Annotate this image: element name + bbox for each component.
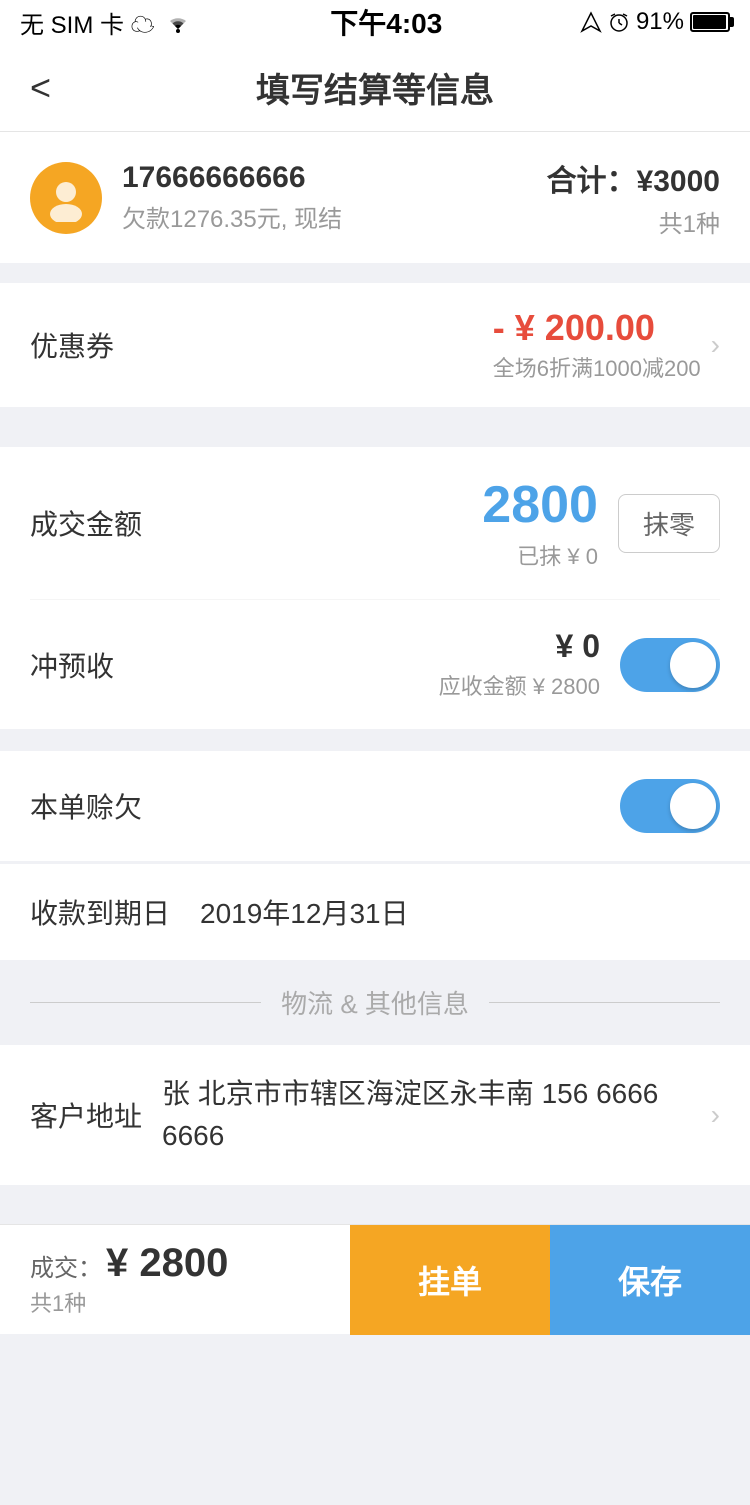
customer-left: 17666666666 欠款1276.35元, 现结 (30, 161, 342, 234)
section-divider-1 (0, 427, 750, 447)
debt-toggle-circle (670, 783, 716, 829)
bottom-amount: ¥ 2800 (106, 1241, 228, 1286)
round-button[interactable]: 抹零 (618, 494, 720, 553)
duedate-label: 收款到期日 (30, 892, 170, 932)
amount-label: 成交金额 (30, 503, 142, 543)
coupon-discount: - ¥ 200.00 (493, 307, 701, 349)
customer-phone: 17666666666 (122, 161, 342, 195)
customer-right: 合计：¥3000 共1种 (547, 156, 720, 239)
precharge-label: 冲预收 (30, 645, 114, 685)
avatar (30, 162, 102, 234)
coupon-right: - ¥ 200.00 全场6折满1000减200 › (493, 307, 720, 383)
page-title: 填写结算等信息 (256, 63, 494, 112)
precharge-value-wrap: ¥ 0 应收金额 ¥ 2800 (439, 628, 600, 701)
precharge-toggle[interactable] (620, 638, 720, 692)
customer-info: 17666666666 欠款1276.35元, 现结 (122, 161, 342, 234)
status-left: 无 SIM 卡 ☁ (20, 5, 193, 40)
bottom-info: 成交： ¥ 2800 共1种 (0, 1241, 350, 1318)
sim-label: 无 SIM 卡 ☁ (20, 5, 155, 40)
amount-value: 2800 (482, 475, 598, 535)
status-bar: 无 SIM 卡 ☁ 下午4:03 91% (0, 0, 750, 44)
duedate-section: 收款到期日 2019年12月31日 (0, 864, 750, 960)
logistics-label: 物流 & 其他信息 (281, 984, 469, 1021)
save-button[interactable]: 保存 (550, 1225, 750, 1335)
customer-debt: 欠款1276.35元, 现结 (122, 199, 342, 234)
logistics-divider: 物流 & 其他信息 (0, 960, 750, 1045)
battery-icon (690, 12, 730, 32)
wifi-icon (163, 11, 193, 33)
battery-percent: 91% (636, 8, 684, 36)
address-section[interactable]: 客户地址 张 北京市市辖区海淀区永丰南 156 6666 6666 › (0, 1045, 750, 1185)
coupon-label: 优惠券 (30, 325, 114, 365)
customer-section: 17666666666 欠款1276.35元, 现结 合计：¥3000 共1种 (0, 132, 750, 263)
precharge-row: 冲预收 ¥ 0 应收金额 ¥ 2800 (30, 600, 720, 729)
hang-button[interactable]: 挂单 (350, 1225, 550, 1335)
address-value: 张 北京市市辖区海淀区永丰南 156 6666 6666 (162, 1073, 691, 1157)
toggle-circle (670, 642, 716, 688)
total-count: 共1种 (547, 204, 720, 239)
location-icon (580, 11, 602, 33)
bottom-deal-label: 成交： (30, 1248, 102, 1283)
precharge-right: ¥ 0 应收金额 ¥ 2800 (439, 628, 720, 701)
debt-section: 本单赊欠 (0, 751, 750, 861)
duedate-value: 2019年12月31日 (200, 892, 409, 932)
amount-row: 成交金额 2800 已抹 ¥ 0 抹零 (30, 447, 720, 600)
total-amount: 合计：¥3000 (547, 156, 720, 200)
precharge-amount: ¥ 0 (439, 628, 600, 665)
precharge-receivable: 应收金额 ¥ 2800 (439, 669, 600, 701)
bottom-count: 共1种 (30, 1286, 320, 1318)
coupon-section[interactable]: 优惠券 - ¥ 200.00 全场6折满1000减200 › (0, 283, 750, 407)
address-label: 客户地址 (30, 1095, 142, 1135)
back-button[interactable]: < (30, 67, 90, 109)
status-time: 下午4:03 (330, 2, 442, 42)
debt-label: 本单赊欠 (30, 786, 142, 826)
divider-line-left (30, 1002, 261, 1003)
coupon-desc: 全场6折满1000减200 (493, 351, 701, 383)
amount-right: 2800 已抹 ¥ 0 抹零 (482, 475, 720, 571)
address-chevron-icon: › (711, 1099, 720, 1131)
bottom-bar: 成交： ¥ 2800 共1种 挂单 保存 (0, 1224, 750, 1334)
alarm-icon (608, 11, 630, 33)
debt-toggle[interactable] (620, 779, 720, 833)
coupon-chevron-icon: › (711, 329, 720, 361)
nav-bar: < 填写结算等信息 (0, 44, 750, 132)
amount-sub: 已抹 ¥ 0 (482, 539, 598, 571)
amount-section: 成交金额 2800 已抹 ¥ 0 抹零 冲预收 ¥ 0 应收金额 ¥ 2800 (0, 447, 750, 729)
status-right: 91% (580, 8, 730, 36)
divider-line-right (489, 1002, 720, 1003)
section-divider-2 (0, 731, 750, 751)
